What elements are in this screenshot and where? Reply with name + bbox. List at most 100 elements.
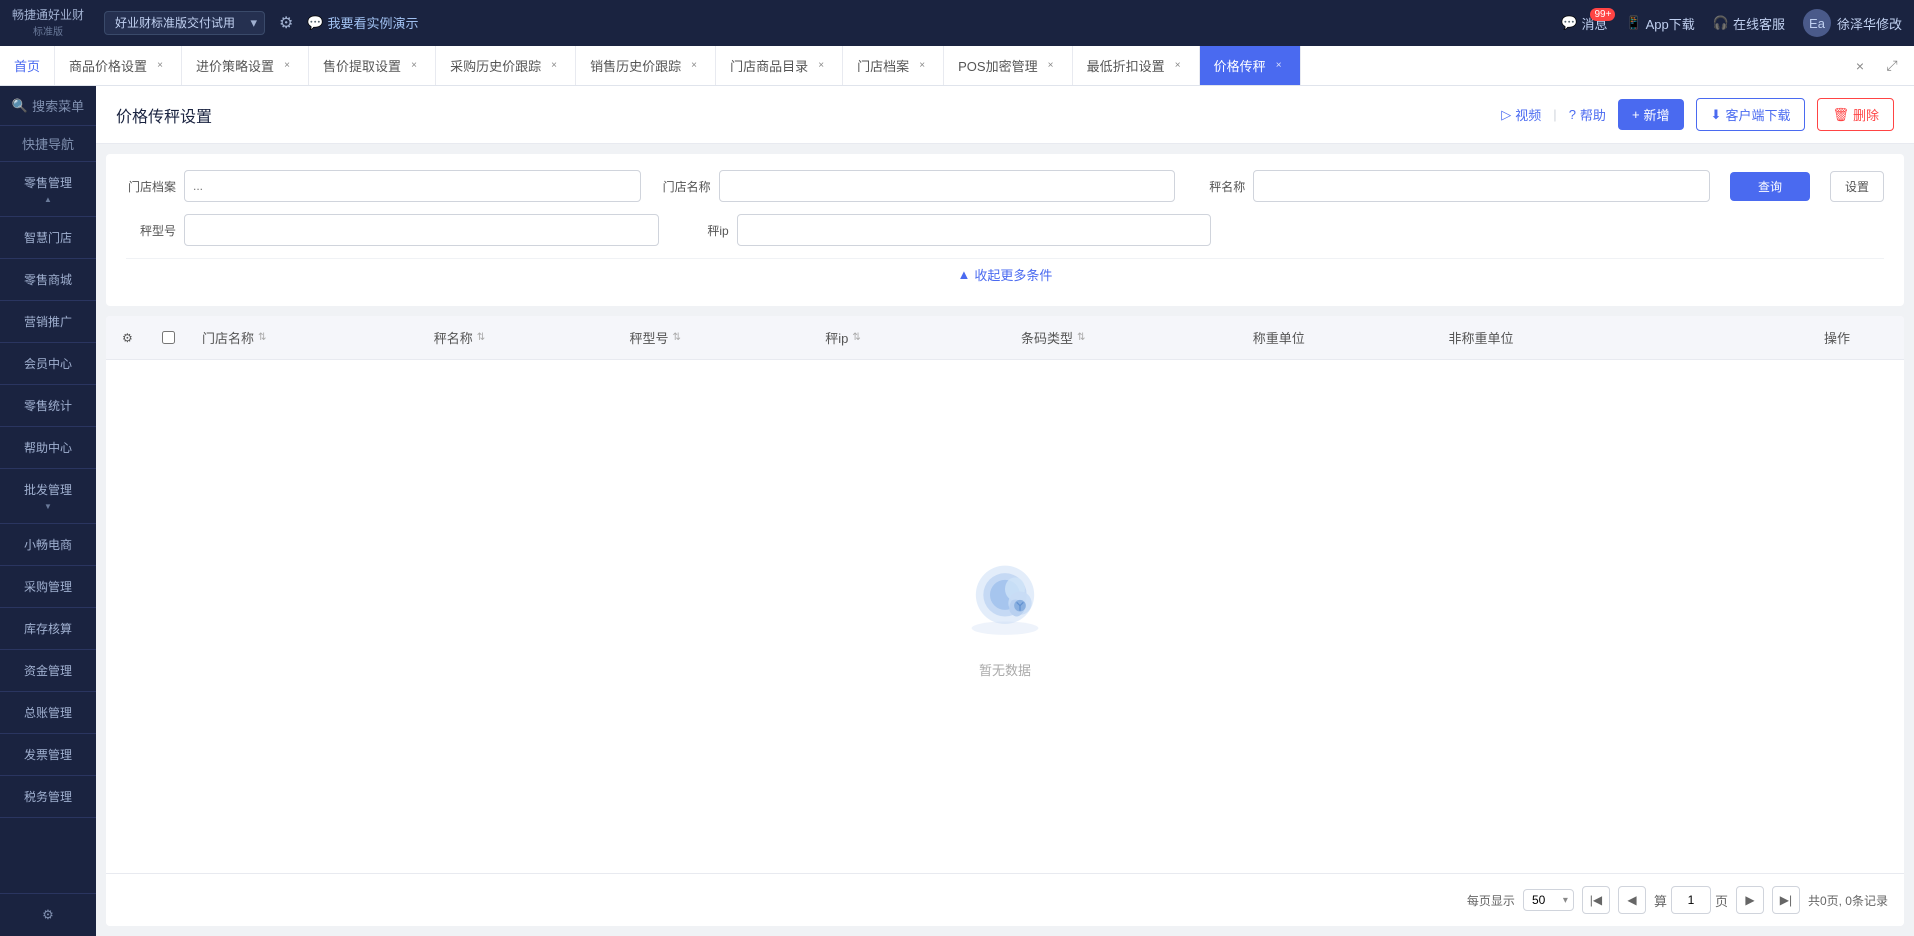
th-scale-ip[interactable]: 秤ip ⇅ bbox=[817, 328, 1013, 347]
video-link[interactable]: ▷ 视频 bbox=[1501, 105, 1541, 124]
search-icon: 🔍 bbox=[12, 98, 28, 114]
sidebar-item-invoice[interactable]: 发票管理 bbox=[0, 734, 96, 776]
tab-store-archive[interactable]: 门店档案 × bbox=[843, 46, 944, 86]
th-settings[interactable]: ⚙ bbox=[114, 331, 154, 345]
tab-price-setting[interactable]: 商品价格设置 × bbox=[55, 46, 182, 86]
sidebar-item-retail-stats[interactable]: 零售统计 bbox=[0, 385, 96, 427]
sidebar-item-ecommerce[interactable]: 小畅电商 bbox=[0, 524, 96, 566]
sidebar-settings-button[interactable]: ⚙ bbox=[0, 893, 96, 936]
page-actions: ▷ 视频 | ? 帮助 + 新增 ⬇ 客户端下载 🗑 删除 bbox=[1501, 98, 1894, 131]
sidebar-quick-nav[interactable]: 快捷导航 bbox=[0, 126, 96, 162]
logo-area: 畅捷通好业财 标准版 bbox=[12, 8, 84, 37]
message-badge: 99+ bbox=[1590, 8, 1615, 21]
collapse-button[interactable]: ▲ 收起更多条件 bbox=[126, 258, 1884, 290]
sidebar-search[interactable]: 🔍 搜索菜单 bbox=[0, 86, 96, 126]
sidebar-item-accounting-label: 总账管理 bbox=[24, 704, 72, 721]
sidebar-item-retail-mall[interactable]: 零售商城 bbox=[0, 259, 96, 301]
online-service-button[interactable]: 🎧 在线客服 bbox=[1713, 14, 1785, 33]
next-page-button[interactable]: ▶ bbox=[1736, 886, 1764, 914]
th-checkbox[interactable] bbox=[154, 331, 194, 344]
page-title: 价格传秤设置 bbox=[116, 103, 212, 127]
tab-price-scale[interactable]: 价格传秤 × bbox=[1200, 46, 1301, 86]
sidebar-item-member[interactable]: 会员中心 bbox=[0, 343, 96, 385]
filter-row-2: 秤型号 秤ip bbox=[126, 214, 1884, 246]
avatar: Ea bbox=[1803, 9, 1831, 37]
tab-close-price-scale[interactable]: × bbox=[1272, 59, 1286, 73]
tab-pos-secret[interactable]: POS加密管理 × bbox=[944, 46, 1072, 86]
filter-scale-name-label: 秤名称 bbox=[1195, 178, 1245, 195]
settings-button[interactable]: 设置 bbox=[1830, 171, 1884, 202]
tab-purchase-history[interactable]: 采购历史价跟踪 × bbox=[436, 46, 576, 86]
download-icon: 📱 bbox=[1625, 15, 1641, 31]
version-select[interactable]: 好业财标准版交付试用 bbox=[104, 11, 265, 35]
version-setting-button[interactable]: ⚙ bbox=[275, 9, 297, 37]
filter-store-archive-input-wrap[interactable] bbox=[184, 170, 641, 202]
content-area: 价格传秤设置 ▷ 视频 | ? 帮助 + 新增 ⬇ 客户端下载 bbox=[96, 86, 1914, 936]
tab-close-sale-history[interactable]: × bbox=[687, 59, 701, 73]
sidebar-item-inventory-label: 库存核算 bbox=[24, 620, 72, 637]
sidebar-item-marketing[interactable]: 营销推广 bbox=[0, 301, 96, 343]
tab-close-purchase-strategy[interactable]: × bbox=[280, 59, 294, 73]
sort-barcode-icon: ⇅ bbox=[1077, 332, 1085, 343]
delete-button[interactable]: 🗑 删除 bbox=[1817, 98, 1894, 131]
table-area: ⚙ 门店名称 ⇅ 秤名称 ⇅ 秤型号 ⇅ 秤ip ⇅ bbox=[106, 316, 1904, 926]
app-title: 畅捷通好业财 bbox=[12, 8, 84, 22]
query-button[interactable]: 查询 bbox=[1730, 172, 1810, 201]
sidebar-item-retail-mall-label: 零售商城 bbox=[24, 271, 72, 288]
sidebar-item-inventory[interactable]: 库存核算 bbox=[0, 608, 96, 650]
page-input[interactable] bbox=[1671, 886, 1711, 914]
version-select-wrap[interactable]: 好业财标准版交付试用 bbox=[104, 11, 265, 35]
th-store[interactable]: 门店名称 ⇅ bbox=[194, 328, 426, 347]
tab-sale-price[interactable]: 售价提取设置 × bbox=[309, 46, 436, 86]
th-scale-model[interactable]: 秤型号 ⇅ bbox=[621, 328, 817, 347]
tab-close-pos-secret[interactable]: × bbox=[1044, 59, 1058, 73]
demo-link[interactable]: 💬 我要看实例演示 bbox=[307, 13, 418, 32]
filter-store-name-input[interactable] bbox=[719, 170, 1176, 202]
last-page-button[interactable]: ▶| bbox=[1772, 886, 1800, 914]
tab-min-discount[interactable]: 最低折扣设置 × bbox=[1073, 46, 1200, 86]
sidebar-item-wholesale[interactable]: 批发管理 bbox=[0, 469, 96, 524]
th-scale-name[interactable]: 秤名称 ⇅ bbox=[426, 328, 622, 347]
filter-store-name-label: 门店名称 bbox=[661, 178, 711, 195]
tab-close-store-archive[interactable]: × bbox=[915, 59, 929, 73]
service-icon: 🎧 bbox=[1713, 15, 1729, 31]
tab-home[interactable]: 首页 bbox=[0, 46, 55, 86]
sidebar-item-smart-store[interactable]: 智慧门店 bbox=[0, 217, 96, 259]
tab-store-catalog[interactable]: 门店商品目录 × bbox=[716, 46, 843, 86]
download-button[interactable]: ⬇ 客户端下载 bbox=[1696, 98, 1806, 131]
sidebar-quick-nav-label: 快捷导航 bbox=[22, 137, 74, 152]
first-page-button[interactable]: |◀ bbox=[1582, 886, 1610, 914]
filter-scale-ip-input[interactable] bbox=[737, 214, 1212, 246]
tab-purchase-strategy[interactable]: 进价策略设置 × bbox=[182, 46, 309, 86]
select-all-checkbox[interactable] bbox=[162, 331, 175, 344]
prev-page-button[interactable]: ◀ bbox=[1618, 886, 1646, 914]
message-button[interactable]: 💬 消息 99+ bbox=[1561, 14, 1607, 33]
sidebar-item-tax-label: 税务管理 bbox=[24, 788, 72, 805]
th-barcode[interactable]: 条码类型 ⇅ bbox=[1013, 328, 1245, 347]
th-action: 操作 bbox=[1816, 328, 1896, 347]
filter-store-archive-input[interactable] bbox=[193, 179, 632, 193]
sidebar-item-finance[interactable]: 资金管理 bbox=[0, 650, 96, 692]
tab-close-store-catalog[interactable]: × bbox=[814, 59, 828, 73]
tab-close-min-discount[interactable]: × bbox=[1171, 59, 1185, 73]
filter-scale-model: 秤型号 bbox=[126, 214, 659, 246]
sidebar-item-accounting[interactable]: 总账管理 bbox=[0, 692, 96, 734]
sidebar-item-retail[interactable]: 零售管理 bbox=[0, 162, 96, 217]
tab-sale-history[interactable]: 销售历史价跟踪 × bbox=[576, 46, 716, 86]
tab-close-purchase-history[interactable]: × bbox=[547, 59, 561, 73]
tab-close-price-setting[interactable]: × bbox=[153, 59, 167, 73]
app-download-button[interactable]: 📱 App下载 bbox=[1625, 14, 1694, 33]
page-size-select[interactable]: 50 10 20 100 bbox=[1523, 889, 1574, 911]
help-link[interactable]: ? 帮助 bbox=[1569, 105, 1606, 124]
sidebar-item-tax[interactable]: 税务管理 bbox=[0, 776, 96, 818]
filter-scale-name-input[interactable] bbox=[1253, 170, 1710, 202]
sidebar-item-purchase[interactable]: 采购管理 bbox=[0, 566, 96, 608]
tab-close-sale-price[interactable]: × bbox=[407, 59, 421, 73]
tab-close-all-button[interactable]: × bbox=[1846, 52, 1874, 80]
filter-scale-model-input[interactable] bbox=[184, 214, 659, 246]
sidebar-item-help[interactable]: 帮助中心 bbox=[0, 427, 96, 469]
user-area[interactable]: Ea 徐泽华修改 bbox=[1803, 9, 1902, 37]
page-header: 价格传秤设置 ▷ 视频 | ? 帮助 + 新增 ⬇ 客户端下载 bbox=[96, 86, 1914, 144]
tab-expand-button[interactable]: ⤢ bbox=[1878, 52, 1906, 80]
add-button[interactable]: + 新增 bbox=[1618, 99, 1684, 130]
